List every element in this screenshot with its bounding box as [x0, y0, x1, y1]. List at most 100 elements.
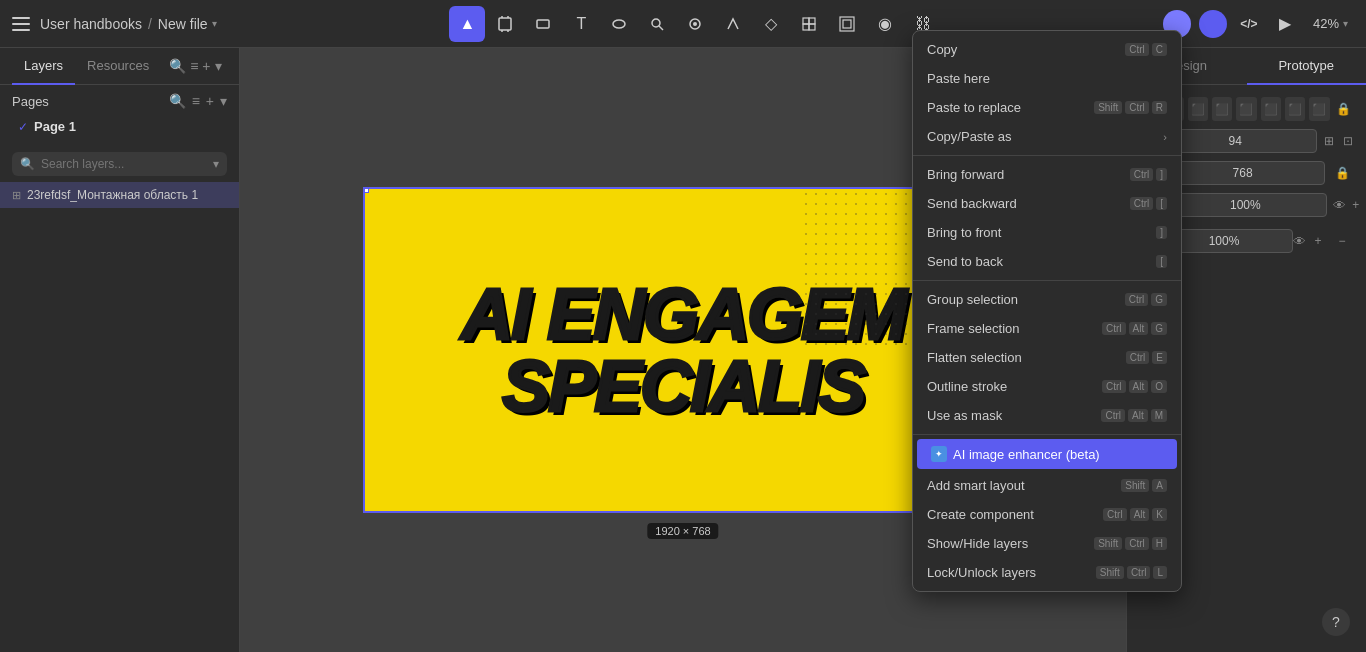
menu-flatten-selection-shortcut: CtrlE	[1126, 351, 1167, 364]
menu-send-to-back-label: Send to back	[927, 254, 1003, 269]
svg-rect-15	[840, 17, 854, 31]
tool-layers2[interactable]	[791, 6, 827, 42]
list-pages-icon[interactable]: ≡	[192, 93, 200, 109]
menu-icon[interactable]	[12, 14, 32, 34]
page-item[interactable]: ✓ Page 1	[12, 115, 227, 138]
menu-bring-to-front[interactable]: Bring to front ]	[913, 218, 1181, 247]
search-box[interactable]: 🔍 ▾	[12, 152, 227, 176]
tool-mask[interactable]: ◉	[867, 6, 903, 42]
help-btn[interactable]: ?	[1322, 608, 1350, 636]
expand-pages-icon[interactable]: ▾	[220, 93, 227, 109]
menu-frame-selection-shortcut: CtrlAltG	[1102, 322, 1167, 335]
menu-ai-image-enhancer[interactable]: ✦ AI image enhancer (beta)	[917, 439, 1177, 469]
layers-search-container: 🔍 ▾	[0, 146, 239, 182]
tool-ellipse[interactable]	[601, 6, 637, 42]
resize-icon[interactable]: ⊞	[1323, 129, 1335, 153]
menu-create-component[interactable]: Create component CtrlAltK	[913, 500, 1181, 529]
h-input[interactable]	[1161, 161, 1325, 185]
filter-icon[interactable]: ▾	[213, 157, 219, 171]
tool-transform[interactable]	[829, 6, 865, 42]
list-icon[interactable]: ≡	[190, 58, 198, 74]
add-icon[interactable]: +	[202, 58, 210, 74]
add-effect-icon[interactable]: +	[1352, 193, 1359, 217]
align-bottom[interactable]: ⬛	[1261, 97, 1281, 121]
align-center-v[interactable]: ⬛	[1236, 97, 1256, 121]
menu-bring-forward-shortcut: Ctrl]	[1130, 168, 1167, 181]
context-menu: Copy CtrlC Paste here Paste to replace S…	[912, 30, 1182, 592]
search-input[interactable]	[41, 157, 207, 171]
menu-group-selection[interactable]: Group selection CtrlG	[913, 285, 1181, 314]
avatar-2	[1199, 10, 1227, 38]
layer-item[interactable]: ⊞ 23refdsf_Монтажная область 1	[0, 182, 239, 208]
distribute-h[interactable]: ⬛	[1285, 97, 1305, 121]
submenu-arrow-icon: ›	[1163, 131, 1167, 143]
tool-zoom[interactable]	[639, 6, 675, 42]
menu-show-hide-layers-shortcut: ShiftCtrlH	[1094, 537, 1167, 550]
separator-2	[913, 280, 1181, 281]
opacity-input[interactable]	[1163, 193, 1327, 217]
tool-text[interactable]: T	[563, 6, 599, 42]
menu-bring-to-front-shortcut: ]	[1156, 226, 1167, 239]
fill-eye-icon[interactable]: 👁	[1293, 234, 1306, 249]
zoom-control[interactable]: 42% ▾	[1307, 12, 1354, 35]
menu-paste-replace-shortcut: ShiftCtrlR	[1094, 101, 1167, 114]
tab-layers[interactable]: Layers	[12, 48, 75, 85]
pages-header: Pages 🔍 ≡ + ▾	[12, 93, 227, 109]
menu-add-smart-layout[interactable]: Add smart layout ShiftA	[913, 471, 1181, 500]
play-button[interactable]: ▶	[1271, 10, 1299, 38]
tab-resources[interactable]: Resources	[75, 48, 161, 85]
add-page-icon[interactable]: +	[206, 93, 214, 109]
svg-point-6	[613, 20, 625, 28]
menu-send-to-back[interactable]: Send to back [	[913, 247, 1181, 276]
align-right[interactable]: ⬛	[1188, 97, 1208, 121]
menu-bring-forward[interactable]: Bring forward Ctrl]	[913, 160, 1181, 189]
search-pages-icon[interactable]: 🔍	[169, 93, 186, 109]
tool-pen[interactable]	[715, 6, 751, 42]
menu-frame-selection-label: Frame selection	[927, 321, 1019, 336]
zoom-chevron-icon: ▾	[1343, 18, 1348, 29]
menu-send-backward[interactable]: Send backward Ctrl[	[913, 189, 1181, 218]
menu-group-selection-label: Group selection	[927, 292, 1018, 307]
clip-icon[interactable]: ⊡	[1342, 129, 1354, 153]
menu-frame-selection[interactable]: Frame selection CtrlAltG	[913, 314, 1181, 343]
lock-ratio-icon[interactable]: 🔒	[1331, 161, 1354, 185]
menu-show-hide-layers[interactable]: Show/Hide layers ShiftCtrlH	[913, 529, 1181, 558]
ai-icon: ✦	[931, 446, 947, 462]
menu-paste-replace[interactable]: Paste to replace ShiftCtrlR	[913, 93, 1181, 122]
breadcrumb-project[interactable]: User handbooks	[40, 16, 142, 32]
menu-lock-unlock-layers[interactable]: Lock/Unlock layers ShiftCtrlL	[913, 558, 1181, 587]
page-check-icon: ✓	[18, 120, 28, 134]
menu-paste-here[interactable]: Paste here	[913, 64, 1181, 93]
canvas-image: AI ENGAGEM SPECIALIS	[363, 187, 1003, 513]
align-top[interactable]: ⬛	[1212, 97, 1232, 121]
topbar-left: User handbooks / New file ▾	[0, 14, 240, 34]
eye-icon[interactable]: 👁	[1333, 198, 1346, 213]
menu-copy-paste-as[interactable]: Copy/Paste as ›	[913, 122, 1181, 151]
tool-polygon[interactable]: ◇	[753, 6, 789, 42]
search-icon[interactable]: 🔍	[169, 58, 186, 74]
menu-use-as-mask[interactable]: Use as mask CtrlAltM	[913, 401, 1181, 430]
menu-copy-label: Copy	[927, 42, 957, 57]
tool-component[interactable]	[677, 6, 713, 42]
constraints-btn[interactable]: 🔒	[1334, 97, 1354, 121]
menu-outline-stroke[interactable]: Outline stroke CtrlAltO	[913, 372, 1181, 401]
tool-rect[interactable]	[525, 6, 561, 42]
menu-flatten-selection[interactable]: Flatten selection CtrlE	[913, 343, 1181, 372]
menu-group-selection-shortcut: CtrlG	[1125, 293, 1167, 306]
chevron-down-icon[interactable]: ▾	[215, 58, 222, 74]
tab-prototype[interactable]: Prototype	[1247, 48, 1367, 85]
tool-select[interactable]: ▲	[449, 6, 485, 42]
breadcrumb-file[interactable]: New file ▾	[158, 16, 217, 32]
svg-rect-5	[537, 20, 549, 28]
distribute-v[interactable]: ⬛	[1309, 97, 1329, 121]
svg-point-7	[652, 19, 660, 27]
add-fill-icon[interactable]: +	[1306, 229, 1330, 253]
tool-frame[interactable]	[487, 6, 523, 42]
menu-add-smart-layout-label: Add smart layout	[927, 478, 1025, 493]
code-button[interactable]: </>	[1235, 10, 1263, 38]
handle-tl[interactable]	[363, 187, 369, 193]
remove-fill-icon[interactable]: −	[1330, 229, 1354, 253]
menu-send-backward-shortcut: Ctrl[	[1130, 197, 1167, 210]
menu-copy-shortcut: CtrlC	[1125, 43, 1167, 56]
menu-copy[interactable]: Copy CtrlC	[913, 35, 1181, 64]
